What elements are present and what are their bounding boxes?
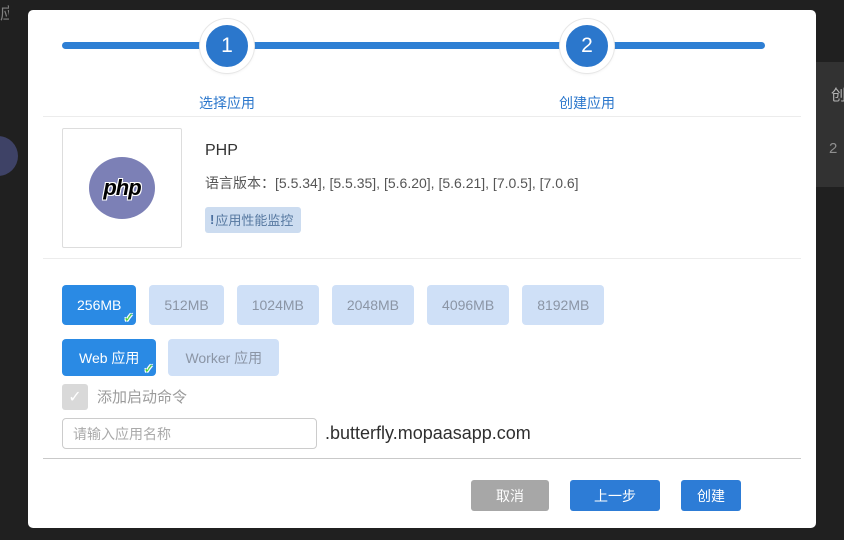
- background-clipped-logo: [0, 136, 18, 176]
- apm-badge-label: 应用性能监控: [215, 213, 294, 228]
- memory-option-8192mb[interactable]: 8192MB: [522, 285, 605, 325]
- php-logo-text: php: [103, 175, 141, 200]
- memory-option-label: 512MB: [164, 297, 209, 313]
- create-button[interactable]: 创建: [681, 480, 741, 511]
- checkbox-check-icon: ✓: [68, 388, 82, 406]
- memory-option-label: 8192MB: [537, 297, 590, 313]
- app-title: PHP: [205, 142, 238, 159]
- type-option-web[interactable]: Web 应用 ✓: [62, 339, 157, 376]
- memory-option-label: 1024MB: [251, 297, 304, 313]
- background-clipped-text: 创: [831, 87, 844, 104]
- step-1-number: 1: [221, 34, 233, 57]
- domain-suffix: .butterfly.mopaasapp.com: [325, 423, 531, 443]
- type-option-label: Web 应用: [79, 349, 140, 366]
- cancel-button[interactable]: 取消: [471, 480, 549, 511]
- app-info: PHP 语言版本：[5.5.34], [5.5.35], [5.6.20], […: [205, 128, 579, 248]
- app-name-row: .butterfly.mopaasapp.com: [43, 410, 801, 449]
- startup-command-row: ✓ 添加启动命令: [43, 376, 801, 410]
- step-1-node[interactable]: 1: [200, 19, 254, 73]
- exclamation-icon: !: [210, 212, 215, 227]
- type-option-label: Worker 应用: [185, 349, 263, 366]
- memory-option-label: 256MB: [77, 297, 122, 313]
- memory-option-512mb[interactable]: 512MB: [149, 285, 224, 325]
- memory-options-row: 256MB ✓ 512MB 1024MB 2048MB 4096MB 8192M…: [43, 259, 801, 325]
- memory-option-1024mb[interactable]: 1024MB: [236, 285, 319, 325]
- create-app-modal: 1 2 选择应用 创建应用 php PHP 语言版本：[5.5.34], [5.…: [28, 10, 816, 528]
- background-clipped-text: 应: [0, 6, 9, 22]
- step-2-label: 创建应用: [559, 95, 615, 111]
- memory-option-256mb[interactable]: 256MB ✓: [62, 285, 137, 325]
- type-option-worker[interactable]: Worker 应用: [168, 339, 280, 376]
- app-type-options-row: Web 应用 ✓ Worker 应用: [43, 325, 801, 376]
- footer-actions: 取消 上一步 创建: [43, 459, 801, 511]
- versions-list: [5.5.34], [5.5.35], [5.6.20], [5.6.21], …: [275, 175, 579, 191]
- memory-option-2048mb[interactable]: 2048MB: [331, 285, 415, 325]
- app-versions: 语言版本：[5.5.34], [5.5.35], [5.6.20], [5.6.…: [205, 173, 579, 193]
- memory-option-label: 2048MB: [346, 297, 400, 313]
- app-name-input[interactable]: [62, 418, 317, 449]
- memory-option-label: 4096MB: [442, 297, 495, 313]
- wizard-stepper: 1 2 选择应用 创建应用: [43, 10, 801, 117]
- background-clipped-text: 2: [829, 140, 838, 157]
- app-logo-box: php: [62, 128, 182, 248]
- previous-step-button[interactable]: 上一步: [570, 480, 660, 511]
- versions-label: 语言版本：: [205, 175, 275, 191]
- background-panel-fragment: [816, 62, 844, 187]
- apm-badge: ! 应用性能监控: [205, 207, 302, 233]
- stepper-progress-bar: [62, 42, 765, 49]
- memory-option-4096mb[interactable]: 4096MB: [427, 285, 510, 325]
- selected-check-icon: ✓: [123, 310, 135, 325]
- php-logo-icon: php: [89, 157, 155, 219]
- selected-app-section: php PHP 语言版本：[5.5.34], [5.5.35], [5.6.20…: [43, 117, 801, 259]
- step-2-number: 2: [581, 34, 593, 57]
- startup-command-label: 添加启动命令: [97, 389, 188, 406]
- step-1-label: 选择应用: [199, 95, 255, 111]
- selected-check-icon: ✓: [143, 361, 155, 376]
- startup-command-checkbox[interactable]: ✓: [62, 383, 88, 410]
- step-2-node[interactable]: 2: [560, 19, 614, 73]
